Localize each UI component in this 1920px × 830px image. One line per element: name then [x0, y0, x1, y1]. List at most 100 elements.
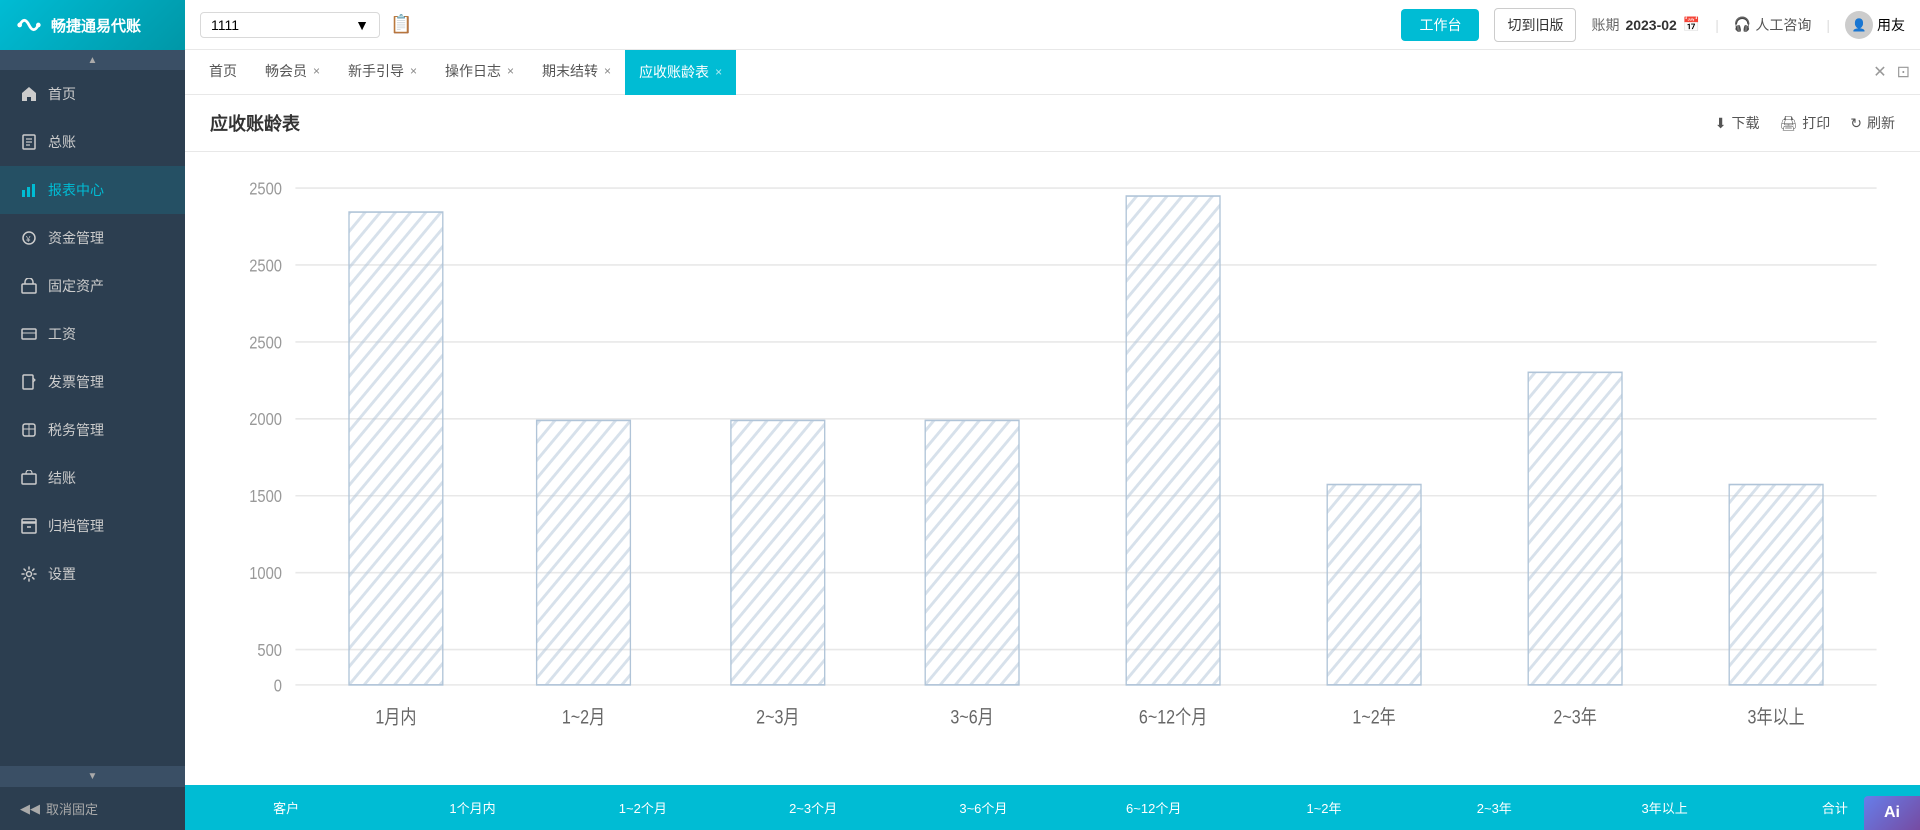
user-button[interactable]: 👤 用友 — [1845, 11, 1905, 39]
archive-icon — [20, 517, 38, 535]
tax-icon — [20, 421, 38, 439]
col-3-6month: 3~6个月 — [898, 798, 1068, 817]
col-3plus-year: 3年以上 — [1579, 798, 1749, 817]
company-select[interactable]: 1111 ▼ — [200, 12, 380, 38]
col-2-3month: 2~3个月 — [728, 798, 898, 817]
col-2-3year: 2~3年 — [1409, 798, 1579, 817]
svg-text:2500: 2500 — [249, 256, 282, 276]
refresh-icon: ↻ — [1850, 115, 1862, 132]
sidebar-item-funds[interactable]: ¥ 资金管理 — [0, 214, 185, 262]
col-6-12month: 6~12个月 — [1069, 798, 1239, 817]
tab-oplog[interactable]: 操作日志 × — [431, 50, 528, 95]
svg-text:2~3月: 2~3月 — [756, 706, 799, 728]
ai-badge[interactable]: Ai — [1864, 796, 1920, 830]
avatar: 👤 — [1845, 11, 1873, 39]
sidebar-label: 资金管理 — [48, 228, 104, 248]
col-1month: 1个月内 — [387, 798, 557, 817]
tab-period-end[interactable]: 期末结转 × — [528, 50, 625, 95]
sidebar-label: 总账 — [48, 132, 76, 152]
reports-icon — [20, 181, 38, 199]
sidebar-item-checkout[interactable]: 结账 — [0, 454, 185, 502]
tabs-bar: 首页 畅会员 × 新手引导 × 操作日志 × 期末结转 × 应收账龄表 × — [185, 50, 1920, 95]
print-button[interactable]: 🖨 打印 — [1779, 113, 1830, 133]
svg-text:0: 0 — [274, 676, 282, 696]
sidebar-label: 报表中心 — [48, 180, 104, 200]
col-customer: 客户 — [185, 798, 387, 817]
page-content: 应收账龄表 ⬇ 下载 🖨 打印 ↻ 刷新 — [185, 95, 1920, 830]
svg-text:2500: 2500 — [249, 179, 282, 199]
sidebar: ▲ 首页 总账 — [0, 50, 185, 830]
tabs-actions: ✕ ⊡ — [1873, 62, 1910, 82]
tab-close-member[interactable]: × — [313, 64, 320, 78]
tab-guide[interactable]: 新手引导 × — [334, 50, 431, 95]
svg-text:500: 500 — [257, 641, 282, 661]
close-tab-button[interactable]: ✕ — [1873, 62, 1886, 82]
sidebar-item-settings[interactable]: 设置 — [0, 550, 185, 598]
sidebar-label: 工资 — [48, 324, 76, 344]
sidebar-item-home[interactable]: 首页 — [0, 70, 185, 118]
tab-close-oplog[interactable]: × — [507, 64, 514, 78]
settings-icon — [20, 565, 38, 583]
sidebar-item-assets[interactable]: 固定资产 — [0, 262, 185, 310]
logo-text: 畅捷通易代账 — [51, 15, 141, 36]
sidebar-item-tax[interactable]: 税务管理 — [0, 406, 185, 454]
sidebar-label: 固定资产 — [48, 276, 104, 296]
scroll-down-button[interactable]: ▼ — [0, 766, 185, 786]
ledger-icon — [20, 133, 38, 151]
scroll-up-button[interactable]: ▲ — [0, 50, 185, 70]
assets-icon — [20, 277, 38, 295]
sidebar-item-archive[interactable]: 归档管理 — [0, 502, 185, 550]
logo: 畅捷通易代账 — [0, 0, 185, 50]
consult-button[interactable]: 🎧 人工咨询 — [1734, 15, 1811, 35]
funds-icon: ¥ — [20, 229, 38, 247]
svg-text:2500: 2500 — [249, 333, 282, 353]
svg-text:1~2月: 1~2月 — [562, 706, 605, 728]
sidebar-item-salary[interactable]: 工资 — [0, 310, 185, 358]
switch-button[interactable]: 切到旧版 — [1494, 8, 1576, 42]
calendar-icon[interactable]: 📋 — [390, 14, 412, 35]
col-1-2year: 1~2年 — [1239, 798, 1409, 817]
svg-text:6~12个月: 6~12个月 — [1139, 706, 1207, 728]
sidebar-item-ledger[interactable]: 总账 — [0, 118, 185, 166]
svg-text:2~3年: 2~3年 — [1553, 706, 1596, 728]
expand-tab-button[interactable]: ⊡ — [1897, 62, 1910, 82]
download-button[interactable]: ⬇ 下载 — [1715, 113, 1760, 133]
refresh-button[interactable]: ↻ 刷新 — [1850, 113, 1895, 133]
svg-text:1500: 1500 — [249, 487, 282, 507]
page-header: 应收账龄表 ⬇ 下载 🖨 打印 ↻ 刷新 — [185, 95, 1920, 152]
page-title: 应收账龄表 — [210, 110, 300, 136]
tab-home[interactable]: 首页 — [195, 50, 251, 95]
tab-close-ar-aging[interactable]: × — [715, 65, 722, 79]
tab-close-guide[interactable]: × — [410, 64, 417, 78]
period-area: 账期 2023-02 📅 — [1591, 15, 1700, 35]
svg-text:3~6月: 3~6月 — [950, 706, 993, 728]
sidebar-item-reports[interactable]: 报表中心 — [0, 166, 185, 214]
svg-text:1月内: 1月内 — [375, 706, 416, 728]
tab-member[interactable]: 畅会员 × — [251, 50, 334, 95]
cancel-fixed-button[interactable]: ◀◀ 取消固定 — [0, 786, 185, 830]
table-header: 客户 1个月内 1~2个月 2~3个月 3~6个月 6~12个月 1~2年 2~… — [185, 785, 1920, 830]
invoice-icon — [20, 373, 38, 391]
svg-text:1000: 1000 — [249, 564, 282, 584]
salary-icon — [20, 325, 38, 343]
download-icon: ⬇ — [1715, 115, 1727, 132]
sidebar-label: 设置 — [48, 564, 76, 584]
chart-svg: 2500 2500 2500 2000 1500 1000 500 0 — [215, 172, 1890, 765]
svg-text:3年以上: 3年以上 — [1748, 706, 1805, 728]
col-1-2month: 1~2个月 — [558, 798, 728, 817]
sidebar-label: 发票管理 — [48, 372, 104, 392]
checkout-icon — [20, 469, 38, 487]
sidebar-label: 首页 — [48, 84, 76, 104]
home-icon — [20, 85, 38, 103]
page-actions: ⬇ 下载 🖨 打印 ↻ 刷新 — [1715, 113, 1895, 133]
sidebar-label: 结账 — [48, 468, 76, 488]
svg-text:1~2年: 1~2年 — [1352, 706, 1395, 728]
sidebar-label: 税务管理 — [48, 420, 104, 440]
tab-ar-aging[interactable]: 应收账龄表 × — [625, 50, 736, 95]
chart-area: 2500 2500 2500 2000 1500 1000 500 0 — [185, 152, 1920, 785]
print-icon: 🖨 — [1779, 115, 1797, 132]
sidebar-item-invoice[interactable]: 发票管理 — [0, 358, 185, 406]
sidebar-label: 归档管理 — [48, 516, 104, 536]
workbench-button[interactable]: 工作台 — [1401, 9, 1479, 41]
tab-close-period-end[interactable]: × — [604, 64, 611, 78]
